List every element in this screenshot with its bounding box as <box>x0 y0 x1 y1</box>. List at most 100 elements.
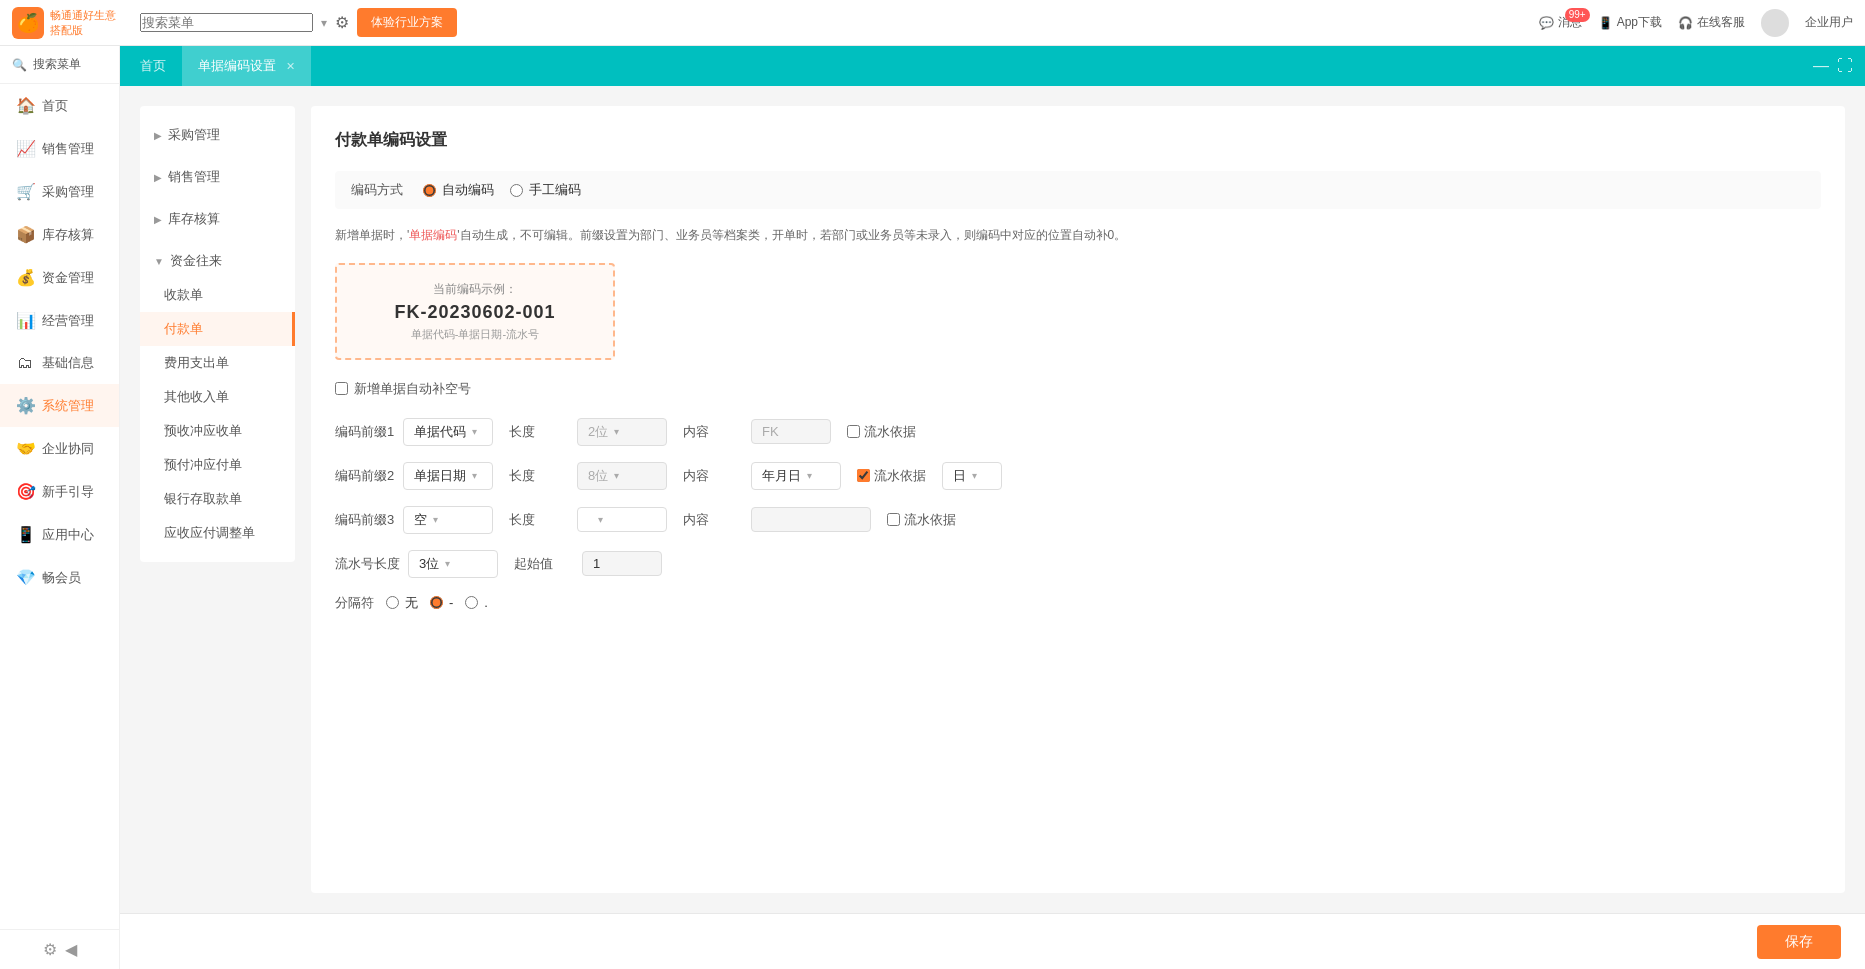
collapse-sidebar-icon[interactable]: ◀ <box>65 940 77 959</box>
encoding-method-label: 编码方式 <box>351 181 403 199</box>
subnav-title-purchase[interactable]: ▶ 采购管理 <box>140 118 295 152</box>
subnav-title-fund[interactable]: ▼ 资金往来 <box>140 244 295 278</box>
sidebar-item-home[interactable]: 🏠 首页 <box>0 84 119 127</box>
preview-sub: 单据代码-单据日期-流水号 <box>361 327 589 342</box>
chevron-right-icon-2: ▶ <box>154 172 162 183</box>
form-title: 付款单编码设置 <box>335 130 1821 151</box>
serial-row: 流水号长度 3位 ▾ 起始值 <box>335 550 1821 578</box>
logo: 🍊 畅通通好生意 搭配版 <box>12 7 132 39</box>
start-value-label: 起始值 <box>514 555 574 573</box>
sidebar-item-purchase[interactable]: 🛒 采购管理 <box>0 170 119 213</box>
preview-code: FK-20230602-001 <box>361 302 589 323</box>
serial-length-group: 流水号长度 3位 ▾ <box>335 550 498 578</box>
sidebar-search[interactable]: 🔍 搜索菜单 <box>0 46 119 84</box>
member-icon: 💎 <box>16 568 34 587</box>
subnav-item-payment[interactable]: 付款单 <box>140 312 295 346</box>
sidebar-item-finance[interactable]: 💰 资金管理 <box>0 256 119 299</box>
chevron-right-icon: ▶ <box>154 130 162 141</box>
subnav-group-fund: ▼ 资金往来 收款单 付款单 费用支出单 其他收入单 预收冲应收单 预付冲应付单… <box>140 240 295 554</box>
length2-label: 长度 <box>509 467 569 485</box>
field-row-2: 编码前缀2 单据日期 ▾ 长度 8位 ▾ <box>335 462 1821 490</box>
prefix1-select[interactable]: 单据代码 ▾ <box>403 418 493 446</box>
separator-dot-radio[interactable] <box>465 596 478 609</box>
sidebar-item-guide[interactable]: 🎯 新手引导 <box>0 470 119 513</box>
sidebar-item-inventory[interactable]: 📦 库存核算 <box>0 213 119 256</box>
content2-label: 内容 <box>683 467 743 485</box>
subnav-title-sales[interactable]: ▶ 销售管理 <box>140 160 295 194</box>
auto-zero-checkbox[interactable] <box>335 382 348 395</box>
stream3-checkbox[interactable] <box>887 513 900 526</box>
sidebar-item-member[interactable]: 💎 畅会员 <box>0 556 119 599</box>
caret-icon-1: ▾ <box>472 426 477 437</box>
sidebar-item-system[interactable]: ⚙️ 系统管理 <box>0 384 119 427</box>
subnav-title-inventory[interactable]: ▶ 库存核算 <box>140 202 295 236</box>
separator-hyphen-option[interactable]: - <box>430 595 453 610</box>
tab-home[interactable]: 首页 <box>124 46 182 86</box>
download-btn[interactable]: 📱 App下载 <box>1598 14 1662 31</box>
logo-text: 畅通通好生意 搭配版 <box>50 8 116 37</box>
service-btn[interactable]: 🎧 在线客服 <box>1678 14 1745 31</box>
sidebar-item-basic[interactable]: 🗂 基础信息 <box>0 342 119 384</box>
sidebar-item-enterprise[interactable]: 🤝 企业协同 <box>0 427 119 470</box>
subnav-item-prepay-pay[interactable]: 预付冲应付单 <box>140 448 295 482</box>
maximize-icon[interactable]: ⛶ <box>1837 57 1853 75</box>
content2-select[interactable]: 年月日 ▾ <box>751 462 841 490</box>
settings-bottom-icon[interactable]: ⚙ <box>43 940 57 959</box>
save-button[interactable]: 保存 <box>1757 925 1841 959</box>
guide-icon: 🎯 <box>16 482 34 501</box>
length3-group: 长度 ▾ <box>509 507 667 532</box>
separator-none-option[interactable]: 无 <box>386 594 418 612</box>
content3-input[interactable] <box>751 507 871 532</box>
stream1-checkbox[interactable] <box>847 425 860 438</box>
content2-group: 内容 年月日 ▾ <box>683 462 841 490</box>
caret-icon-2: ▾ <box>614 426 619 437</box>
content1-input[interactable] <box>751 419 831 444</box>
prefix1-label: 编码前缀1 <box>335 423 395 441</box>
dropdown-arrow-icon[interactable]: ▾ <box>321 16 327 30</box>
stream2-period-select[interactable]: 日 ▾ <box>942 462 1002 490</box>
sidebar-bottom: ⚙ ◀ <box>0 929 119 969</box>
manual-encoding-option[interactable]: 手工编码 <box>510 181 581 199</box>
separator-none-radio[interactable] <box>386 596 399 609</box>
caret-icon-7: ▾ <box>433 514 438 525</box>
length2-select[interactable]: 8位 ▾ <box>577 462 667 490</box>
separator-dot-option[interactable]: . <box>465 595 488 610</box>
separator-row: 分隔符 无 - . <box>335 594 1821 612</box>
page-footer: 保存 <box>120 913 1865 969</box>
preview-label: 当前编码示例： <box>361 281 589 298</box>
auto-encoding-radio[interactable] <box>423 184 436 197</box>
length1-select[interactable]: 2位 ▾ <box>577 418 667 446</box>
separator-hyphen-radio[interactable] <box>430 596 443 609</box>
length3-select[interactable]: ▾ <box>577 507 667 532</box>
caret-icon-3: ▾ <box>472 470 477 481</box>
sidebar-item-operations[interactable]: 📊 经营管理 <box>0 299 119 342</box>
sidebar-item-apps[interactable]: 📱 应用中心 <box>0 513 119 556</box>
subnav-item-receipt[interactable]: 收款单 <box>140 278 295 312</box>
prefix2-select[interactable]: 单据日期 ▾ <box>403 462 493 490</box>
search-input[interactable] <box>140 13 313 32</box>
message-icon-btn[interactable]: 💬 消息 99+ <box>1539 14 1582 31</box>
main-form: 付款单编码设置 编码方式 自动编码 手工编码 <box>311 106 1845 893</box>
tab-encoding[interactable]: 单据编码设置 ✕ <box>182 46 311 86</box>
stream2-checkbox[interactable] <box>857 469 870 482</box>
finance-icon: 💰 <box>16 268 34 287</box>
subnav-item-other-income[interactable]: 其他收入单 <box>140 380 295 414</box>
username: 企业用户 <box>1805 14 1853 31</box>
subnav-item-bank[interactable]: 银行存取款单 <box>140 482 295 516</box>
sidebar-item-sales[interactable]: 📈 销售管理 <box>0 127 119 170</box>
subnav-item-expense[interactable]: 费用支出单 <box>140 346 295 380</box>
prefix3-select[interactable]: 空 ▾ <box>403 506 493 534</box>
minimize-icon[interactable]: — <box>1813 57 1829 75</box>
serial-length-select[interactable]: 3位 ▾ <box>408 550 498 578</box>
subnav-item-ar-ap[interactable]: 应收应付调整单 <box>140 516 295 550</box>
auto-encoding-option[interactable]: 自动编码 <box>423 181 494 199</box>
subnav-item-prepay-recv[interactable]: 预收冲应收单 <box>140 414 295 448</box>
tab-close-icon[interactable]: ✕ <box>286 60 295 73</box>
settings-icon[interactable]: ⚙ <box>335 13 349 32</box>
avatar[interactable] <box>1761 9 1789 37</box>
start-value-input[interactable] <box>582 551 662 576</box>
apps-icon: 📱 <box>16 525 34 544</box>
auto-zero-row: 新增单据自动补空号 <box>335 380 1821 398</box>
experience-btn[interactable]: 体验行业方案 <box>357 8 457 37</box>
manual-encoding-radio[interactable] <box>510 184 523 197</box>
